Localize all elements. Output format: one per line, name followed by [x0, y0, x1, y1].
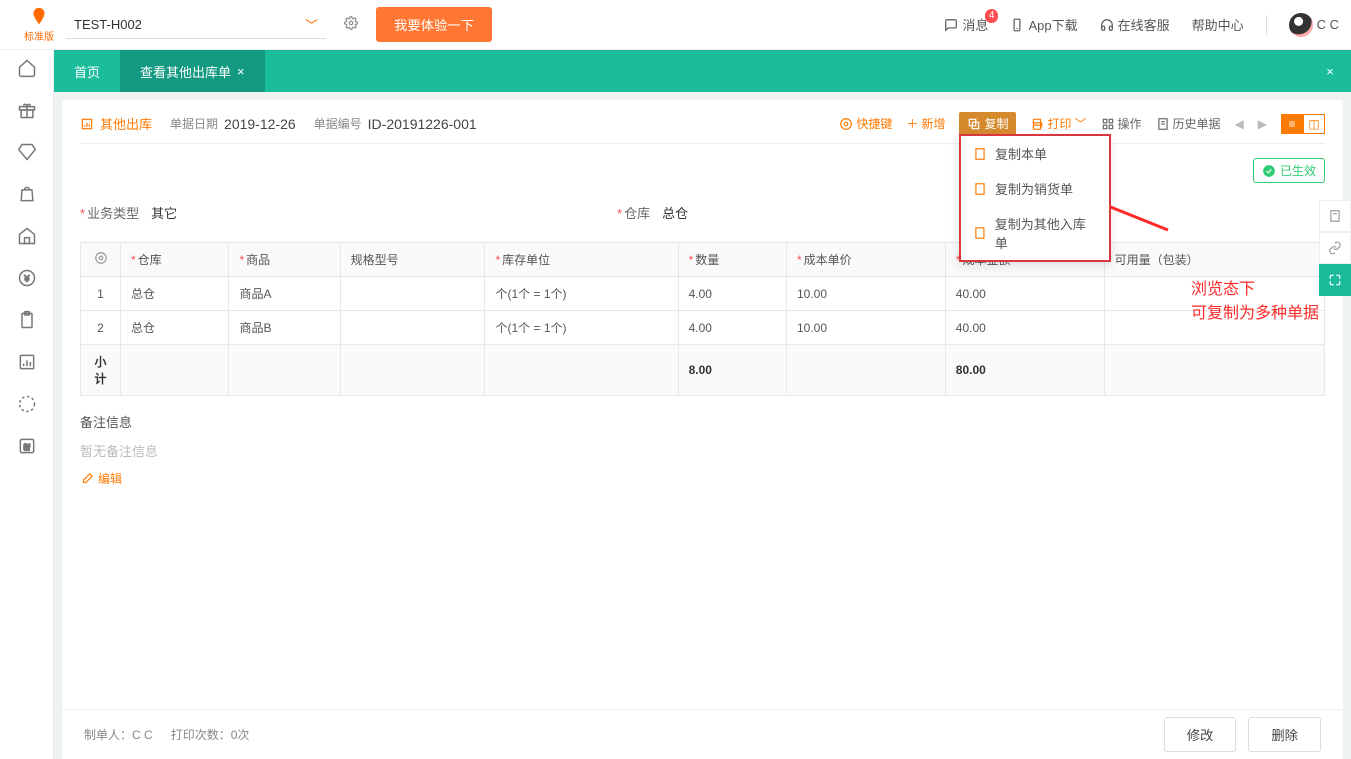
- right-rail: [1319, 200, 1351, 296]
- remark-title: 备注信息: [80, 412, 1325, 431]
- tab-home-label: 首页: [74, 62, 100, 81]
- dd-copy-sales[interactable]: 复制为销货单: [961, 171, 1109, 206]
- topbar: 标准版 TEST-H002 ﹀ 我要体验一下 消息 4 App下载 在线客服: [0, 0, 1351, 50]
- th-product: *商品: [229, 243, 340, 277]
- view-grid-icon[interactable]: ◫: [1303, 114, 1325, 134]
- rail-note-icon[interactable]: [1319, 200, 1351, 232]
- card-footer: 制单人：C C 打印次数：0次 修改 删除: [62, 709, 1343, 759]
- app-download[interactable]: App下载: [1010, 15, 1077, 34]
- warehouse-value: 总仓: [662, 203, 688, 222]
- th-unit: *库存单位: [485, 243, 678, 277]
- view-list-icon[interactable]: ≡: [1281, 114, 1303, 134]
- doc-date-value: 2019-12-26: [224, 116, 296, 132]
- doc-no-meta: 单据编号 ID-20191226-001: [314, 115, 477, 132]
- chevron-down-icon: ﹀: [305, 15, 318, 34]
- settings-icon[interactable]: [344, 16, 358, 33]
- prev-doc-icon[interactable]: ◀: [1235, 117, 1244, 131]
- history-action[interactable]: 历史单据: [1156, 115, 1221, 132]
- nav-report-icon[interactable]: [17, 352, 37, 372]
- next-doc-icon[interactable]: ▶: [1258, 117, 1267, 131]
- trial-button[interactable]: 我要体验一下: [376, 7, 492, 42]
- doc-no-value: ID-20191226-001: [368, 116, 477, 132]
- copy-dropdown: 复制本单 复制为销货单 复制为其他入库单: [959, 134, 1111, 262]
- th-qty: *数量: [678, 243, 786, 277]
- tenant-name: TEST-H002: [74, 17, 142, 32]
- rail-expand-icon[interactable]: [1319, 264, 1351, 296]
- brand-logo: 标准版: [12, 6, 66, 43]
- service-label: 在线客服: [1118, 15, 1170, 34]
- field-biztype: *业务类型 其它: [80, 203, 177, 222]
- table-row[interactable]: 1 总仓 商品A 个(1个 = 1个) 4.00 10.00 40.00: [81, 277, 1325, 311]
- nav-home-icon[interactable]: [17, 58, 37, 78]
- dd-copy-inbound[interactable]: 复制为其他入库单: [961, 206, 1109, 260]
- doc-date-label: 单据日期: [170, 115, 218, 132]
- nav-new-icon[interactable]: 新: [17, 436, 37, 456]
- doc-no-label: 单据编号: [314, 115, 362, 132]
- print-action[interactable]: 打印﹀: [1030, 115, 1086, 132]
- add-action[interactable]: ＋新增: [906, 115, 945, 132]
- tab-home[interactable]: 首页: [54, 50, 120, 92]
- online-service[interactable]: 在线客服: [1100, 15, 1170, 34]
- nav-gift-icon[interactable]: [17, 100, 37, 120]
- copy-action[interactable]: 复制: [959, 112, 1016, 135]
- subtotal-row: 小计 8.00 80.00: [81, 345, 1325, 396]
- tabs-close-all[interactable]: ×: [1309, 50, 1351, 92]
- modify-button[interactable]: 修改: [1164, 717, 1237, 752]
- user-name: C C: [1317, 17, 1339, 32]
- th-warehouse: *仓库: [121, 243, 229, 277]
- field-warehouse: *仓库 总仓: [617, 203, 688, 222]
- ops-action[interactable]: 操作: [1101, 115, 1142, 132]
- remark-empty: 暂无备注信息: [80, 431, 1325, 470]
- doc-type-tab[interactable]: 其他出库: [80, 114, 152, 133]
- biztype-value: 其它: [151, 203, 177, 222]
- left-nav: ¥ 新: [0, 50, 54, 759]
- page-tabs: 首页 查看其他出库单 × ×: [54, 50, 1351, 92]
- svg-text:新: 新: [23, 442, 30, 451]
- messages-badge: 4: [985, 9, 999, 23]
- th-uprice: *成本单价: [787, 243, 946, 277]
- tenant-selector[interactable]: TEST-H002 ﹀: [66, 11, 326, 39]
- nav-money-icon[interactable]: ¥: [17, 268, 37, 288]
- delete-button[interactable]: 删除: [1248, 717, 1321, 752]
- tab-close-icon[interactable]: ×: [237, 64, 245, 79]
- avatar-icon: [1289, 13, 1313, 37]
- messages-button[interactable]: 消息 4: [944, 15, 988, 34]
- nav-diamond-icon[interactable]: [17, 142, 37, 162]
- maker-info: 制单人：C C: [84, 726, 153, 743]
- edition-label: 标准版: [24, 28, 54, 43]
- tab-current-label: 查看其他出库单: [140, 62, 231, 81]
- th-spec: 规格型号: [340, 243, 485, 277]
- th-settings[interactable]: [81, 243, 121, 277]
- rail-link-icon[interactable]: [1319, 232, 1351, 264]
- dd-copy-self[interactable]: 复制本单: [961, 136, 1109, 171]
- document-card: 其他出库 单据日期 2019-12-26 单据编号 ID-20191226-00…: [62, 100, 1343, 709]
- tab-current[interactable]: 查看其他出库单 ×: [120, 50, 265, 92]
- items-table: *仓库 *商品 规格型号 *库存单位 *数量 *成本单价 *成本金额 可用量（包…: [80, 242, 1325, 396]
- chevron-down-icon: ﹀: [1074, 115, 1086, 132]
- table-row[interactable]: 2 总仓 商品B 个(1个 = 1个) 4.00 10.00 40.00: [81, 311, 1325, 345]
- status-badge: 已生效: [1253, 158, 1325, 183]
- download-label: App下载: [1028, 15, 1077, 34]
- doc-title: 其他出库: [100, 114, 152, 133]
- nav-clipboard-icon[interactable]: [17, 310, 37, 330]
- help-center[interactable]: 帮助中心: [1192, 15, 1244, 34]
- divider: [1266, 15, 1267, 35]
- svg-text:¥: ¥: [23, 273, 29, 283]
- th-avail: 可用量（包装）: [1104, 243, 1324, 277]
- shortcut-action[interactable]: 快捷键: [839, 115, 892, 132]
- print-count: 打印次数：0次: [171, 726, 250, 743]
- nav-bag-icon[interactable]: [17, 184, 37, 204]
- user-menu[interactable]: C C: [1289, 13, 1339, 37]
- remark-edit-button[interactable]: 编辑: [80, 470, 1325, 487]
- doc-date-meta: 单据日期 2019-12-26: [170, 115, 296, 132]
- nav-sync-icon[interactable]: [17, 394, 37, 414]
- nav-warehouse-icon[interactable]: [17, 226, 37, 246]
- help-label: 帮助中心: [1192, 15, 1244, 34]
